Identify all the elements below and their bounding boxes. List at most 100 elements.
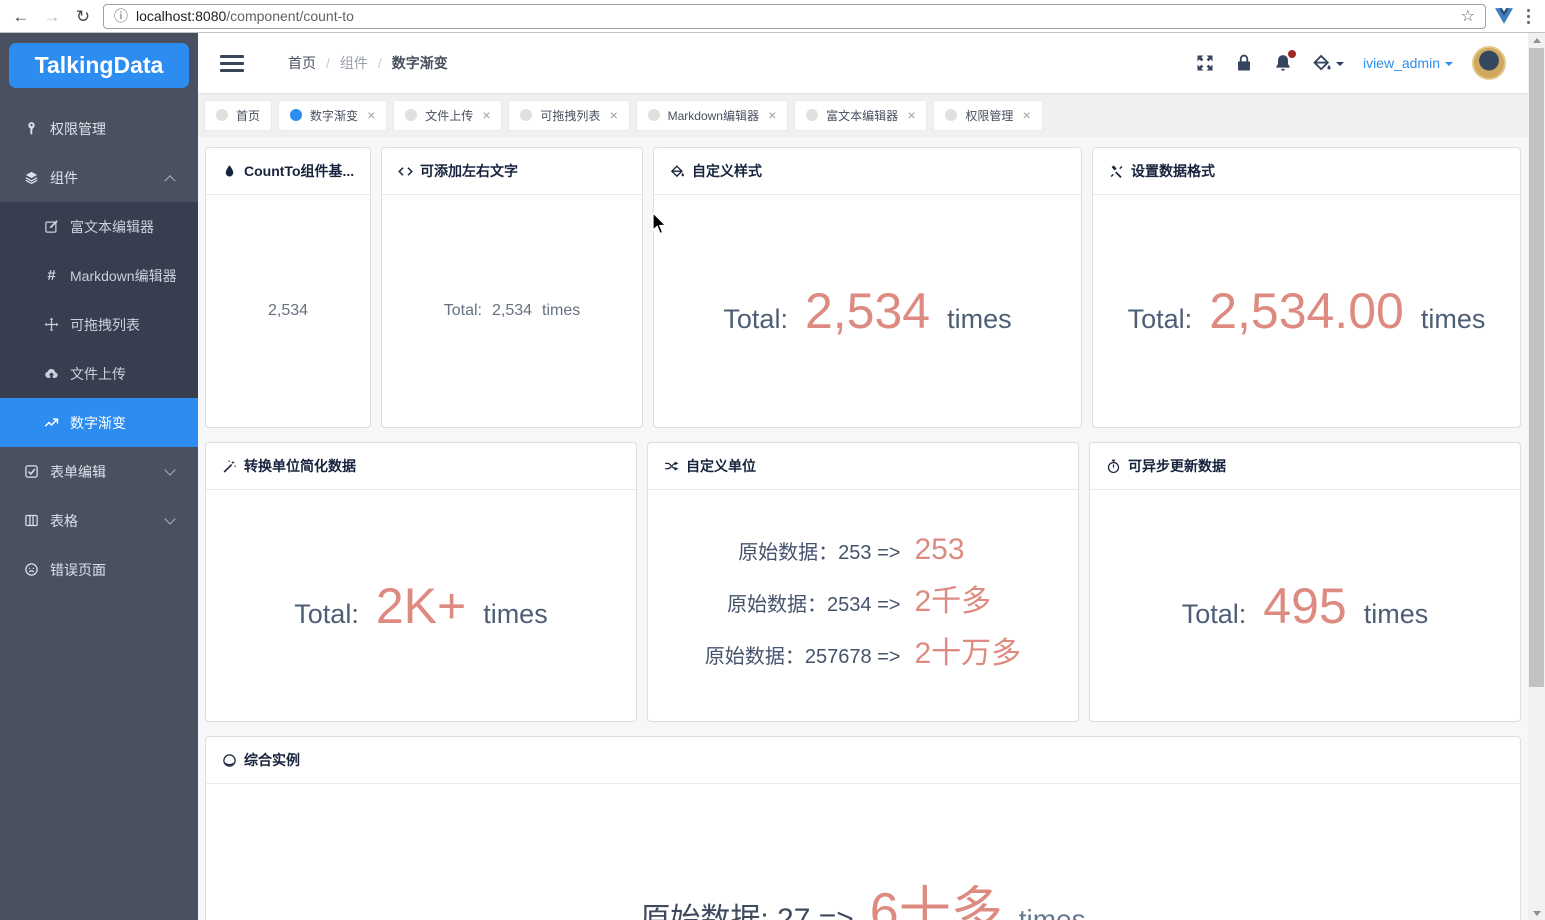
checkbox-icon bbox=[25, 465, 38, 478]
theme-switcher[interactable] bbox=[1312, 53, 1344, 73]
count-suffix: times bbox=[947, 304, 1012, 334]
sidebar-item-components[interactable]: 组件 bbox=[0, 153, 198, 202]
main-area: 首页 / 组件 / 数字渐变 iview_admin 首页 数字渐变 × 文件上… bbox=[198, 33, 1545, 920]
wand-icon bbox=[223, 460, 236, 473]
card-custom-unit: 自定义单位 原始数据：253 => 253 原始数据：2534 => 2千多 原… bbox=[647, 442, 1079, 722]
move-icon bbox=[44, 317, 59, 332]
vertical-scrollbar[interactable] bbox=[1528, 33, 1545, 920]
kebab-menu-icon[interactable] bbox=[1522, 8, 1535, 24]
sidebar-item-file-upload[interactable]: 文件上传 bbox=[0, 349, 198, 398]
star-icon[interactable]: ☆ bbox=[1461, 6, 1475, 26]
chevron-down-icon bbox=[164, 463, 176, 476]
hamburger-menu-icon[interactable] bbox=[220, 54, 244, 72]
vue-devtools-icon[interactable] bbox=[1495, 8, 1513, 24]
card-simplify-unit: 转换单位简化数据 Total: 2K+ times bbox=[205, 442, 637, 722]
sidebar-item-markdown-editor[interactable]: # Markdown编辑器 bbox=[0, 251, 198, 300]
sidebar-item-label: 组件 bbox=[50, 169, 78, 186]
close-icon[interactable] bbox=[1022, 108, 1030, 122]
opened-tags-bar: 首页 数字渐变 文件上传 可拖拽列表 Markdown编辑器 富文本编辑器 权限… bbox=[198, 93, 1528, 137]
count-suffix: times bbox=[542, 302, 581, 319]
sidebar-item-draggable-list[interactable]: 可拖拽列表 bbox=[0, 300, 198, 349]
breadcrumb-current: 数字渐变 bbox=[391, 55, 448, 71]
close-icon[interactable] bbox=[768, 108, 776, 122]
scroll-down-arrow-icon[interactable] bbox=[1528, 906, 1545, 920]
card-data-format: 设置数据格式 Total: 2,534.00 times bbox=[1092, 147, 1521, 428]
scrollbar-thumb[interactable] bbox=[1529, 48, 1544, 687]
avatar[interactable] bbox=[1472, 46, 1506, 80]
bell-icon[interactable] bbox=[1273, 50, 1296, 73]
tag-permissions[interactable]: 权限管理 bbox=[933, 99, 1043, 131]
sidebar-item-label: 可拖拽列表 bbox=[70, 316, 140, 333]
forward-icon[interactable]: → bbox=[41, 8, 63, 25]
url-text: localhost:8080/component/count-to bbox=[136, 8, 354, 24]
notification-badge bbox=[1287, 50, 1296, 58]
tag-label: 首页 bbox=[236, 108, 261, 123]
count-value: 2K+ bbox=[375, 577, 467, 634]
header-actions: iview_admin bbox=[1195, 46, 1506, 80]
card-header: 自定义单位 bbox=[648, 443, 1078, 490]
app-logo[interactable]: TalkingData bbox=[9, 43, 189, 88]
sidebar-item-error-pages[interactable]: 错误页面 bbox=[0, 545, 198, 594]
tag-rich-editor[interactable]: 富文本编辑器 bbox=[794, 99, 928, 131]
close-icon[interactable] bbox=[907, 108, 915, 122]
count-prefix: Total: bbox=[443, 302, 482, 319]
droplet-icon bbox=[225, 164, 234, 176]
card-title: 综合实例 bbox=[244, 752, 300, 768]
contrast-icon bbox=[223, 753, 236, 767]
raw-data-label: 原始数据：2534 => bbox=[727, 594, 901, 616]
chevron-down-icon bbox=[1445, 61, 1453, 70]
chevron-down-icon bbox=[164, 512, 176, 525]
components-submenu: 富文本编辑器 # Markdown编辑器 可拖拽列表 文件上传 数字渐变 bbox=[0, 202, 198, 447]
raw-data-label: 原始数据：253 => bbox=[738, 542, 901, 564]
count-prefix: Total: bbox=[294, 598, 359, 629]
converted-value: 2十万多 bbox=[914, 637, 1022, 670]
unit-examples: 原始数据：253 => 253 原始数据：2534 => 2千多 原始数据：25… bbox=[705, 531, 1021, 680]
count-value: 2,534.00 bbox=[1209, 283, 1404, 339]
tag-count-to[interactable]: 数字渐变 bbox=[278, 99, 388, 131]
count-prefix: Total: bbox=[1181, 598, 1247, 629]
refresh-icon[interactable]: ↻ bbox=[72, 8, 94, 25]
converted-value: 253 bbox=[914, 533, 965, 566]
raw-data-label: 原始数据：257678 => bbox=[704, 646, 901, 668]
sidebar-item-label: 错误页面 bbox=[50, 561, 106, 578]
address-bar[interactable]: ⓘ localhost:8080/component/count-to ☆ bbox=[103, 3, 1486, 29]
tag-home[interactable]: 首页 bbox=[204, 99, 273, 131]
close-icon[interactable] bbox=[367, 108, 375, 122]
tag-label: 可拖拽列表 bbox=[540, 108, 601, 123]
card-body: Total: 2,534 times bbox=[654, 195, 1081, 427]
tag-dot-icon bbox=[216, 109, 228, 121]
page-info-icon[interactable]: ⓘ bbox=[114, 6, 128, 26]
close-icon[interactable] bbox=[609, 108, 617, 122]
app-header: 首页 / 组件 / 数字渐变 iview_admin bbox=[198, 33, 1528, 93]
back-icon[interactable]: ← bbox=[10, 8, 32, 25]
url-path: /component/count-to bbox=[226, 8, 354, 24]
raw-data-label: 原始数据: 27 => bbox=[640, 903, 854, 920]
tag-markdown-editor[interactable]: Markdown编辑器 bbox=[635, 99, 789, 131]
layers-icon bbox=[25, 171, 38, 185]
fullscreen-icon[interactable] bbox=[1195, 53, 1215, 73]
lock-icon[interactable] bbox=[1234, 53, 1254, 73]
count-suffix: times bbox=[1018, 904, 1086, 920]
sidebar-item-rich-editor[interactable]: 富文本编辑器 bbox=[0, 202, 198, 251]
sidebar-item-table[interactable]: 表格 bbox=[0, 496, 198, 545]
tag-file-upload[interactable]: 文件上传 bbox=[393, 99, 503, 131]
tag-draggable-list[interactable]: 可拖拽列表 bbox=[508, 99, 630, 131]
breadcrumb-components[interactable]: 组件 bbox=[340, 53, 368, 73]
code-icon bbox=[398, 166, 413, 176]
count-value: 2,534 bbox=[491, 302, 533, 319]
sidebar-item-count-to[interactable]: 数字渐变 bbox=[0, 398, 198, 447]
sidebar-item-form-editor[interactable]: 表单编辑 bbox=[0, 447, 198, 496]
chevron-up-icon bbox=[164, 174, 176, 186]
close-icon[interactable] bbox=[482, 108, 490, 122]
sidebar-item-permissions[interactable]: 权限管理 bbox=[0, 104, 198, 153]
user-dropdown[interactable]: iview_admin bbox=[1363, 55, 1453, 71]
converted-value: 6十多 bbox=[869, 883, 1003, 920]
table-icon bbox=[25, 514, 38, 527]
pound-icon: # bbox=[47, 267, 56, 284]
breadcrumb-home[interactable]: 首页 bbox=[288, 53, 316, 73]
card-async-update: 可异步更新数据 Total: 495 times bbox=[1089, 442, 1521, 722]
card-header: 可异步更新数据 bbox=[1090, 443, 1520, 490]
card-header: 综合实例 bbox=[206, 737, 1520, 784]
scroll-up-arrow-icon[interactable] bbox=[1528, 33, 1545, 47]
tag-label: Markdown编辑器 bbox=[667, 108, 759, 123]
